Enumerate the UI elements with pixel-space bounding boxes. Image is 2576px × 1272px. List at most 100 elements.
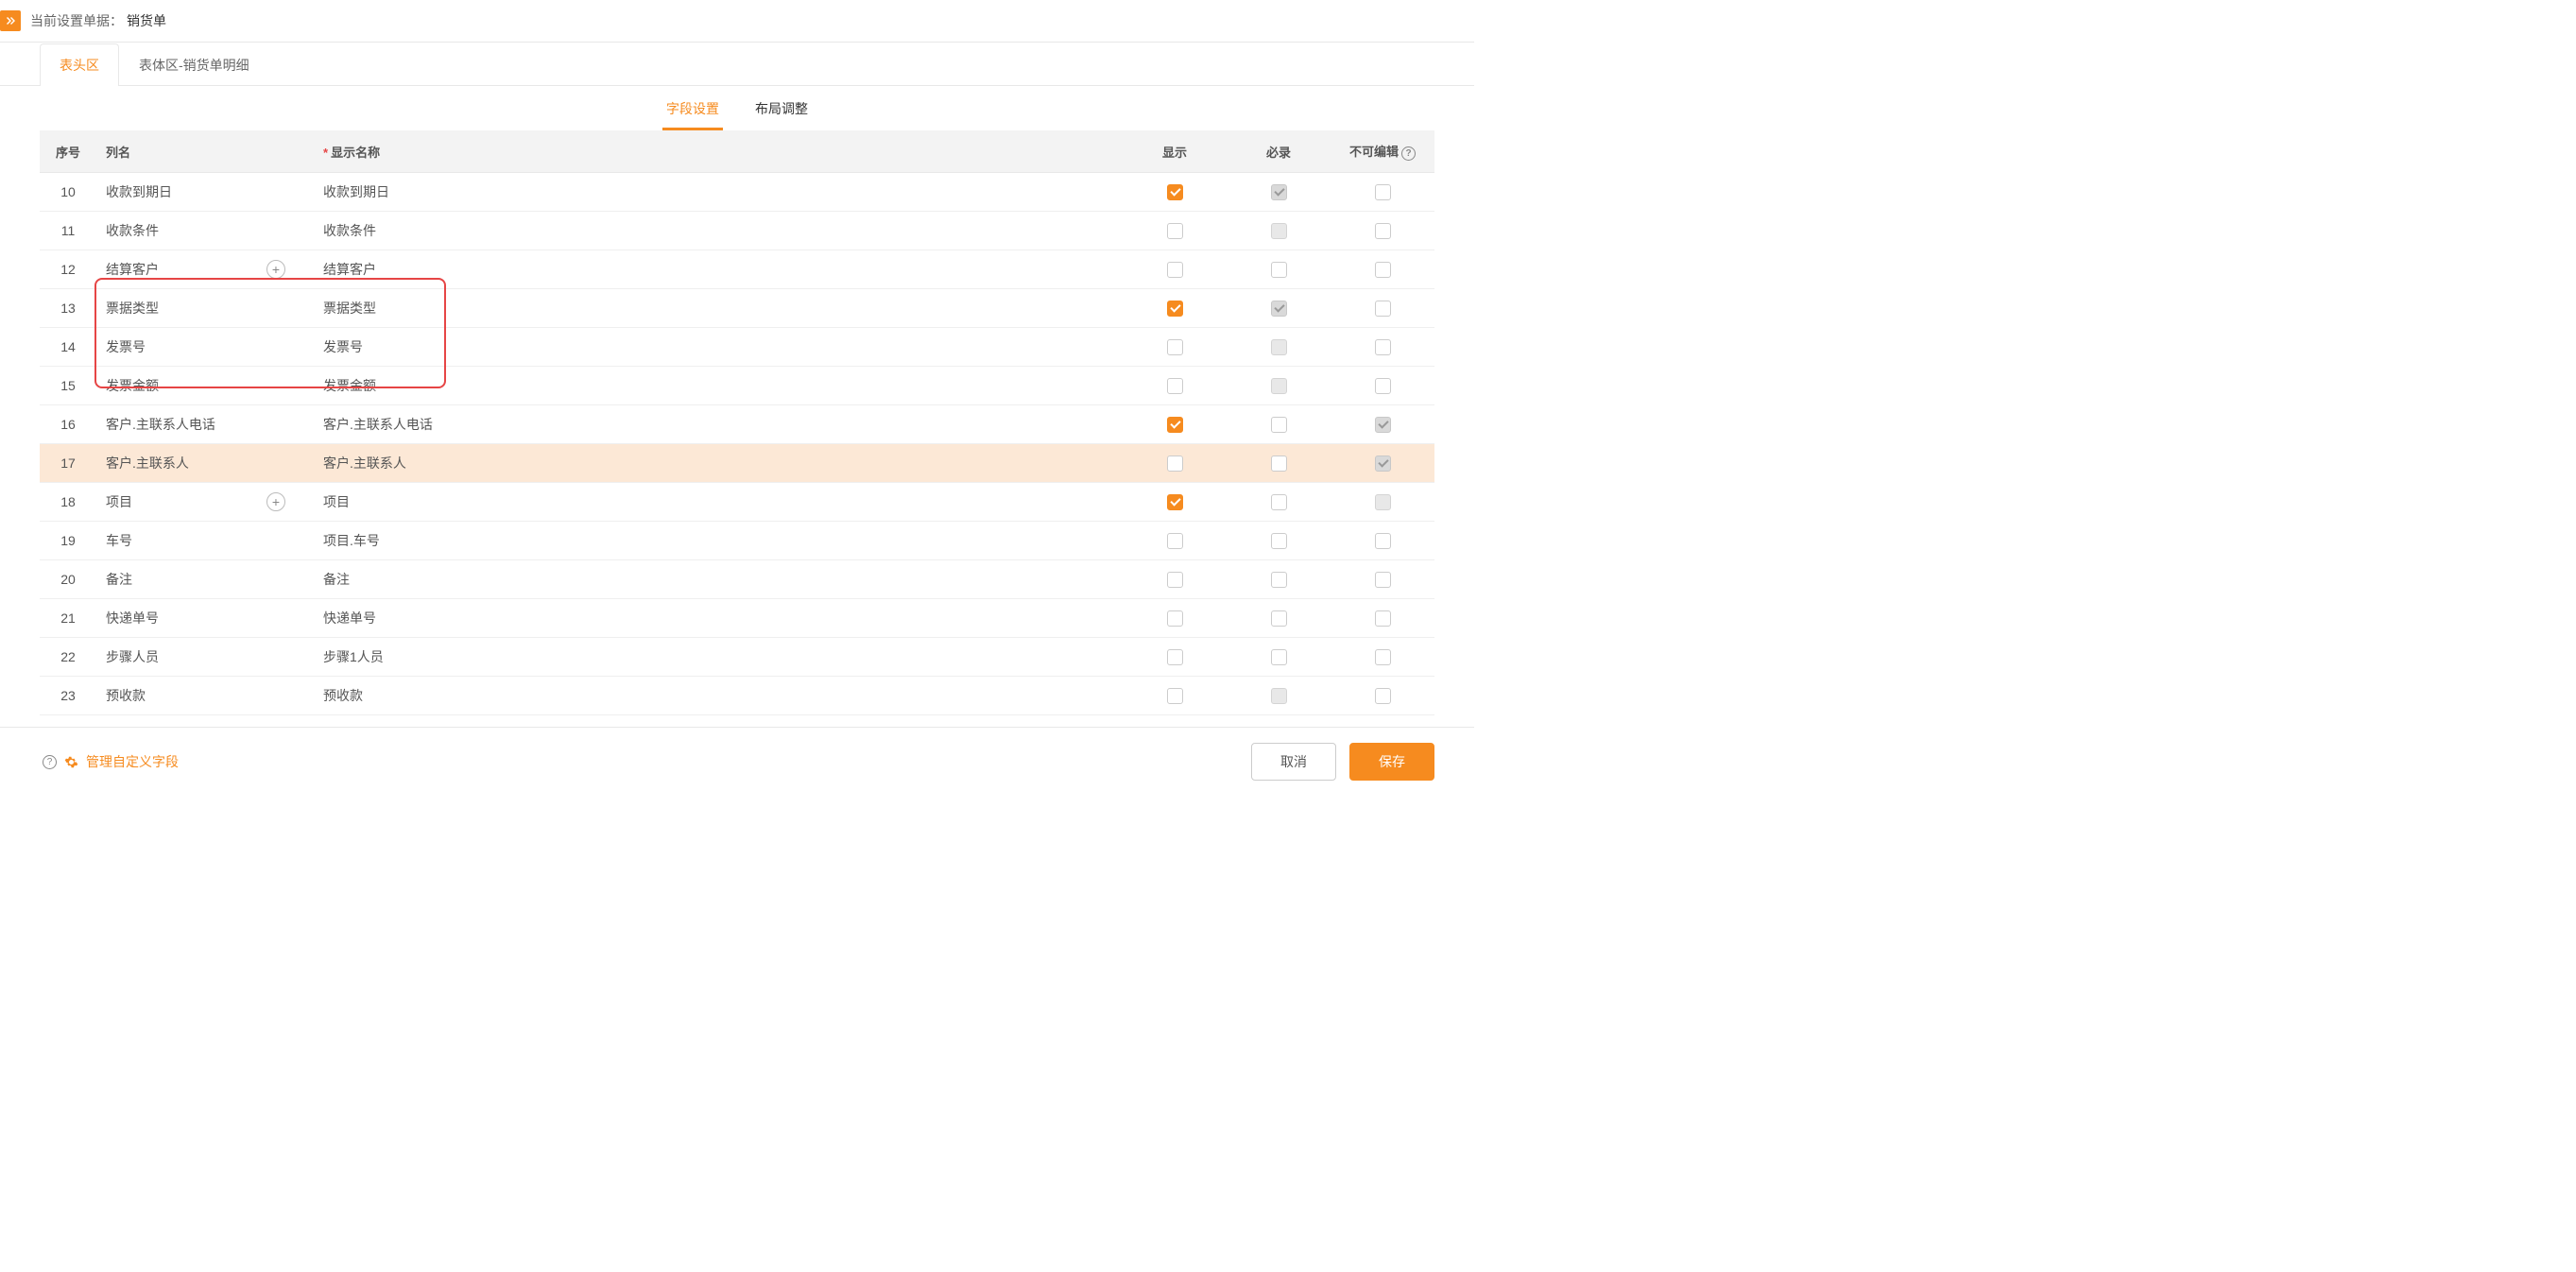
readonly-checkbox[interactable] <box>1375 339 1391 355</box>
col-name: 列名 <box>96 130 314 173</box>
table-row: 11收款条件收款条件 <box>40 212 1434 250</box>
table-row: 14发票号发票号 <box>40 328 1434 367</box>
show-checkbox[interactable] <box>1167 417 1183 433</box>
cell-name: 客户.主联系人电话 <box>96 405 314 444</box>
table-row: 22步骤人员步骤1人员 <box>40 638 1434 677</box>
cell-display-name[interactable]: 步骤1人员 <box>314 638 1123 677</box>
cell-display-name[interactable]: 票据类型 <box>314 289 1123 328</box>
required-checkbox[interactable] <box>1271 649 1287 665</box>
subtab-layout[interactable]: 布局调整 <box>751 99 812 130</box>
add-subfield-button[interactable]: + <box>266 260 285 279</box>
table-header-row: 序号 列名 *显示名称 显示 必录 不可编辑? <box>40 130 1434 173</box>
cell-display-name[interactable]: 客户.主联系人 <box>314 444 1123 483</box>
cell-show <box>1123 328 1227 367</box>
cell-required <box>1227 367 1331 405</box>
cell-required <box>1227 289 1331 328</box>
table-row: 18项目+项目 <box>40 483 1434 522</box>
readonly-checkbox[interactable] <box>1375 533 1391 549</box>
footer: ? 管理自定义字段 取消 保存 <box>0 727 1474 796</box>
cell-name: 快递单号 <box>96 599 314 638</box>
tab-header-area[interactable]: 表头区 <box>40 43 119 86</box>
cell-display-name[interactable]: 发票号 <box>314 328 1123 367</box>
readonly-checkbox[interactable] <box>1375 378 1391 394</box>
required-checkbox <box>1271 223 1287 239</box>
required-checkbox[interactable] <box>1271 610 1287 627</box>
required-checkbox[interactable] <box>1271 533 1287 549</box>
cell-name: 收款到期日 <box>96 173 314 212</box>
cell-seq: 23 <box>40 677 96 715</box>
cell-display-name[interactable]: 收款到期日 <box>314 173 1123 212</box>
readonly-checkbox[interactable] <box>1375 688 1391 704</box>
table-row: 21快递单号快递单号 <box>40 599 1434 638</box>
required-checkbox[interactable] <box>1271 572 1287 588</box>
show-checkbox[interactable] <box>1167 456 1183 472</box>
show-checkbox[interactable] <box>1167 688 1183 704</box>
readonly-checkbox[interactable] <box>1375 223 1391 239</box>
help-icon[interactable]: ? <box>43 755 57 769</box>
show-checkbox[interactable] <box>1167 339 1183 355</box>
show-checkbox[interactable] <box>1167 610 1183 627</box>
field-name-text: 客户.主联系人 <box>106 456 189 471</box>
cell-readonly <box>1331 638 1434 677</box>
cell-show <box>1123 522 1227 560</box>
required-checkbox[interactable] <box>1271 456 1287 472</box>
cell-display-name[interactable]: 备注 <box>314 560 1123 599</box>
show-checkbox[interactable] <box>1167 184 1183 200</box>
cell-display-name[interactable]: 项目.车号 <box>314 522 1123 560</box>
cell-show <box>1123 483 1227 522</box>
cell-display-name[interactable]: 项目 <box>314 483 1123 522</box>
cell-show <box>1123 560 1227 599</box>
cell-name: 发票金额 <box>96 367 314 405</box>
subtab-field-settings[interactable]: 字段设置 <box>662 99 723 130</box>
readonly-checkbox[interactable] <box>1375 262 1391 278</box>
show-checkbox[interactable] <box>1167 378 1183 394</box>
cell-show <box>1123 405 1227 444</box>
table-wrap: 序号 列名 *显示名称 显示 必录 不可编辑? 10收款到期日收款到期日11收款… <box>0 130 1474 715</box>
save-button[interactable]: 保存 <box>1349 743 1434 781</box>
show-checkbox[interactable] <box>1167 262 1183 278</box>
collapse-button[interactable] <box>0 10 21 31</box>
cell-display-name[interactable]: 快递单号 <box>314 599 1123 638</box>
cell-readonly <box>1331 367 1434 405</box>
show-checkbox[interactable] <box>1167 301 1183 317</box>
show-checkbox[interactable] <box>1167 572 1183 588</box>
readonly-checkbox[interactable] <box>1375 301 1391 317</box>
add-subfield-button[interactable]: + <box>266 492 285 511</box>
show-checkbox[interactable] <box>1167 223 1183 239</box>
required-checkbox[interactable] <box>1271 262 1287 278</box>
col-seq: 序号 <box>40 130 96 173</box>
cell-required <box>1227 599 1331 638</box>
cell-display-name[interactable]: 预收款 <box>314 677 1123 715</box>
readonly-checkbox[interactable] <box>1375 184 1391 200</box>
cell-display-name[interactable]: 结算客户 <box>314 250 1123 289</box>
cell-name: 项目+ <box>96 483 314 522</box>
show-checkbox[interactable] <box>1167 533 1183 549</box>
cell-required <box>1227 405 1331 444</box>
readonly-checkbox[interactable] <box>1375 572 1391 588</box>
cell-name: 备注 <box>96 560 314 599</box>
required-checkbox <box>1271 301 1287 317</box>
readonly-checkbox[interactable] <box>1375 610 1391 627</box>
cell-seq: 20 <box>40 560 96 599</box>
show-checkbox[interactable] <box>1167 494 1183 510</box>
cell-readonly <box>1331 444 1434 483</box>
cell-display-name[interactable]: 发票金额 <box>314 367 1123 405</box>
field-name-text: 收款到期日 <box>106 184 172 199</box>
tab-body-area[interactable]: 表体区-销货单明细 <box>119 43 269 86</box>
table-row: 13票据类型票据类型 <box>40 289 1434 328</box>
cell-readonly <box>1331 560 1434 599</box>
cell-name: 收款条件 <box>96 212 314 250</box>
col-readonly: 不可编辑? <box>1331 130 1434 173</box>
cell-display-name[interactable]: 收款条件 <box>314 212 1123 250</box>
cell-display-name[interactable]: 客户.主联系人电话 <box>314 405 1123 444</box>
show-checkbox[interactable] <box>1167 649 1183 665</box>
field-name-text: 发票号 <box>106 339 146 354</box>
required-checkbox[interactable] <box>1271 417 1287 433</box>
readonly-checkbox[interactable] <box>1375 649 1391 665</box>
cancel-button[interactable]: 取消 <box>1251 743 1336 781</box>
required-checkbox[interactable] <box>1271 494 1287 510</box>
field-name-text: 预收款 <box>106 688 146 703</box>
cell-show <box>1123 250 1227 289</box>
help-icon[interactable]: ? <box>1401 146 1416 161</box>
manage-custom-fields-link[interactable]: 管理自定义字段 <box>86 752 179 771</box>
